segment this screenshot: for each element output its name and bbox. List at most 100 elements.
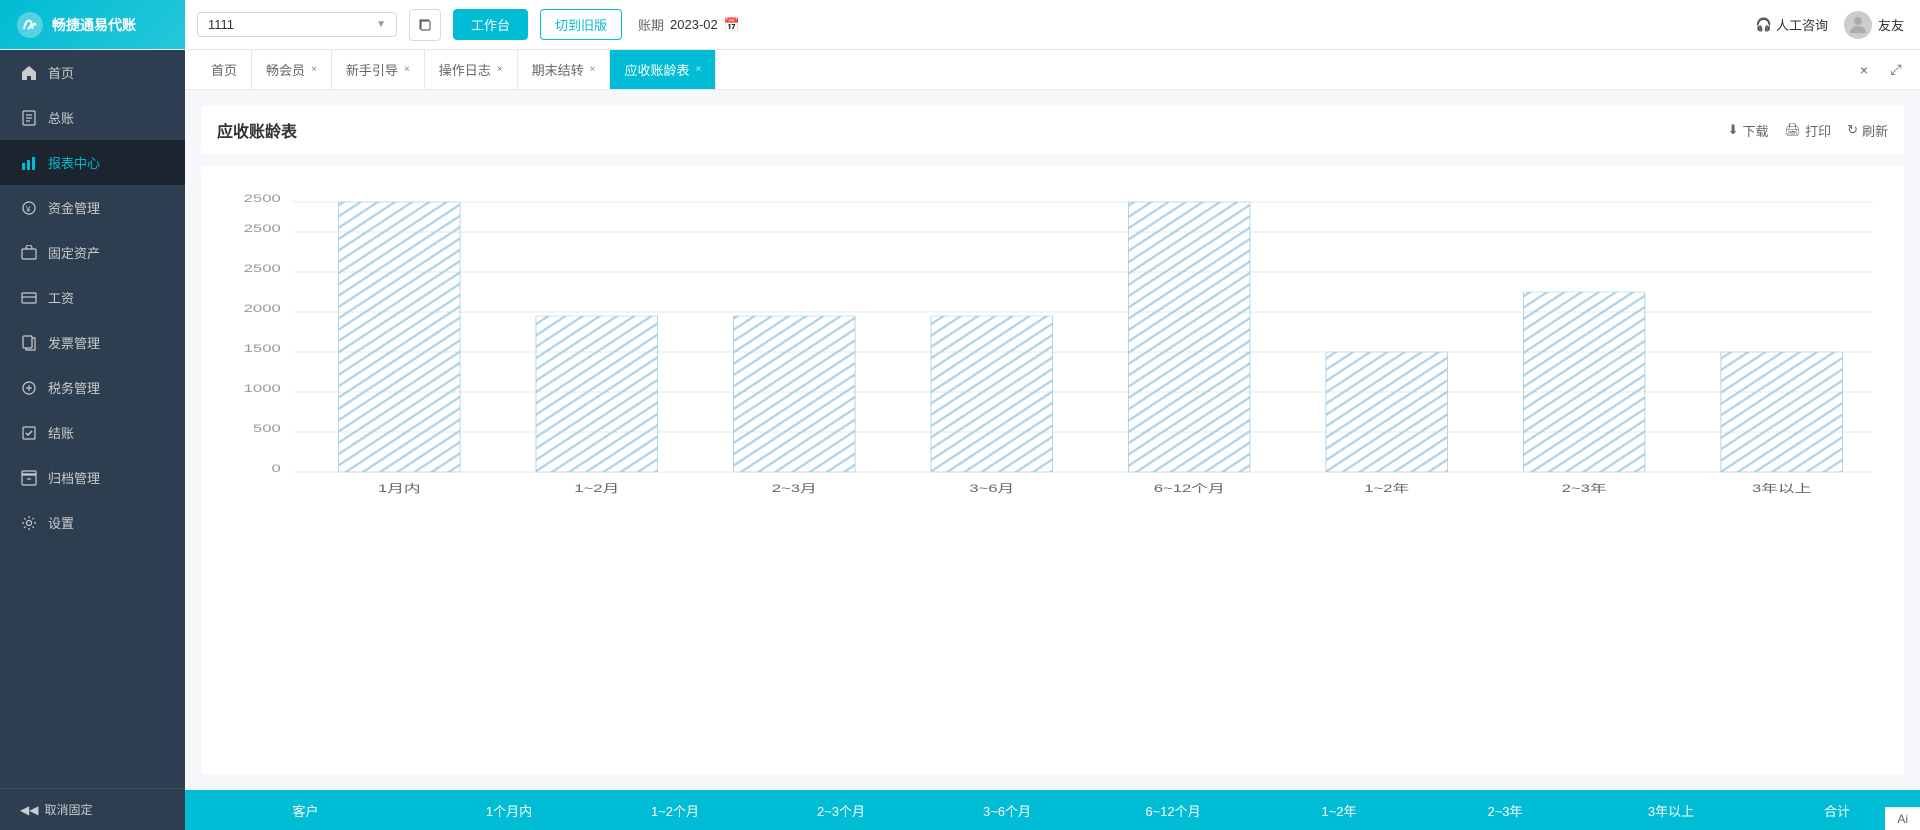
table-col-3-6m: 3~6个月 <box>924 801 1090 820</box>
collapse-label: 取消固定 <box>44 801 92 818</box>
tab-oplog-close[interactable]: × <box>497 64 503 75</box>
sidebar-item-tax-label: 税务管理 <box>48 378 100 397</box>
tab-agereport[interactable]: 应收账龄表 × <box>610 50 716 89</box>
table-col-1-2y: 1~2年 <box>1256 801 1422 820</box>
avatar <box>1844 11 1872 39</box>
period-label: 账期 <box>638 15 664 34</box>
ledger-icon <box>20 109 38 127</box>
sidebar-item-tax[interactable]: 税务管理 <box>0 365 185 410</box>
logo-text: 畅捷通易代账 <box>52 15 136 35</box>
sidebar-item-reports[interactable]: 报表中心 <box>0 140 185 185</box>
download-button[interactable]: ⬇ 下载 <box>1728 121 1769 140</box>
svg-text:2000: 2000 <box>244 302 281 314</box>
table-col-customer: 客户 <box>185 801 426 820</box>
svg-text:2~3年: 2~3年 <box>1562 482 1607 494</box>
svg-text:1000: 1000 <box>244 382 281 394</box>
consult-button[interactable]: 🎧 人工咨询 <box>1756 15 1828 34</box>
tax-icon <box>20 379 38 397</box>
sidebar-item-payroll-label: 工资 <box>48 288 74 307</box>
calendar-icon[interactable]: 📅 <box>724 17 740 33</box>
user-area[interactable]: 友友 <box>1844 11 1904 39</box>
page-header: 应收账龄表 ⬇ 下载 🖨 打印 ↻ 刷新 <box>201 106 1904 154</box>
refresh-button[interactable]: ↻ 刷新 <box>1847 121 1888 140</box>
copy-button[interactable] <box>409 9 441 41</box>
header-right: 🎧 人工咨询 友友 <box>1756 11 1904 39</box>
sidebar-item-assets-label: 固定资产 <box>48 243 100 262</box>
chart-wrapper: 0 500 1000 1500 2000 2500 2500 2500 <box>217 182 1888 542</box>
collapse-button[interactable]: ◀◀ 取消固定 <box>0 788 185 830</box>
table-col-1m: 1个月内 <box>426 801 592 820</box>
tab-member[interactable]: 畅会员 × <box>252 50 332 89</box>
svg-text:0: 0 <box>272 462 281 474</box>
sidebar-item-funds[interactable]: ¥ 资金管理 <box>0 185 185 230</box>
table-col-3yplus: 3年以上 <box>1588 801 1754 820</box>
copy-icon <box>417 17 433 33</box>
print-button[interactable]: 🖨 打印 <box>1785 121 1832 140</box>
period-value: 2023-02 <box>670 17 718 32</box>
tab-periodend-close[interactable]: × <box>590 64 596 75</box>
tab-home[interactable]: 首页 <box>197 50 252 89</box>
close-all-button[interactable]: × <box>1852 58 1876 82</box>
tab-member-label: 畅会员 <box>266 60 305 79</box>
svg-text:3年以上: 3年以上 <box>1752 482 1811 494</box>
tab-actions: × ⤢ <box>1852 58 1908 82</box>
tab-guide-close[interactable]: × <box>404 64 410 75</box>
svg-text:1500: 1500 <box>244 342 281 354</box>
tab-agereport-close[interactable]: × <box>695 64 701 75</box>
tab-guide[interactable]: 新手引导 × <box>332 50 425 89</box>
sidebar-bottom: ◀◀ 取消固定 <box>0 788 185 830</box>
sidebar-item-payroll[interactable]: 工资 <box>0 275 185 320</box>
company-selector[interactable]: 1111 ▼ <box>197 12 397 37</box>
sidebar-item-archive-label: 归档管理 <box>48 468 100 487</box>
svg-text:2500: 2500 <box>244 222 281 234</box>
sidebar-item-archive[interactable]: 归档管理 <box>0 455 185 500</box>
table-col-2-3m: 2~3个月 <box>758 801 924 820</box>
workbench-button[interactable]: 工作台 <box>453 9 528 40</box>
sidebar-item-home-label: 首页 <box>48 63 74 82</box>
sidebar-item-settings-label: 设置 <box>48 513 74 532</box>
main-container: 首页 总账 报表中心 ¥ 资金管理 固定资产 <box>0 50 1920 830</box>
svg-text:500: 500 <box>253 422 281 434</box>
svg-text:3~6月: 3~6月 <box>969 482 1014 494</box>
sidebar-item-ledger[interactable]: 总账 <box>0 95 185 140</box>
chevron-down-icon: ▼ <box>376 19 386 30</box>
ai-bar[interactable]: Ai <box>1885 807 1920 830</box>
sidebar-item-invoice[interactable]: 发票管理 <box>0 320 185 365</box>
print-icon: 🖨 <box>1785 122 1802 138</box>
sidebar-item-settings[interactable]: 设置 <box>0 500 185 545</box>
refresh-icon: ↻ <box>1847 122 1858 138</box>
reports-icon <box>20 154 38 172</box>
logo-area: 畅捷通易代账 <box>0 0 185 49</box>
svg-text:2500: 2500 <box>244 192 281 204</box>
sidebar-item-ledger-label: 总账 <box>48 108 74 127</box>
sidebar-item-home[interactable]: 首页 <box>0 50 185 95</box>
tab-periodend[interactable]: 期末结转 × <box>518 50 611 89</box>
payroll-icon <box>20 289 38 307</box>
table-col-1-2m: 1~2个月 <box>592 801 758 820</box>
chart-container: 0 500 1000 1500 2000 2500 2500 2500 <box>201 166 1904 774</box>
maximize-button[interactable]: ⤢ <box>1884 58 1908 82</box>
assets-icon <box>20 244 38 262</box>
tab-oplog-label: 操作日志 <box>439 60 491 79</box>
table-col-2-3y: 2~3年 <box>1422 801 1588 820</box>
sidebar-item-invoice-label: 发票管理 <box>48 333 100 352</box>
refresh-label: 刷新 <box>1862 121 1888 140</box>
consult-label: 人工咨询 <box>1776 15 1828 34</box>
switch-old-button[interactable]: 切到旧版 <box>540 9 622 40</box>
tab-bar: 首页 畅会员 × 新手引导 × 操作日志 × 期末结转 × 应收账龄表 × <box>185 50 1920 90</box>
settings-icon <box>20 514 38 532</box>
sidebar-item-assets[interactable]: 固定资产 <box>0 230 185 275</box>
company-name: 1111 <box>208 17 370 32</box>
checkout-icon <box>20 424 38 442</box>
tab-agereport-label: 应收账龄表 <box>624 60 689 79</box>
svg-text:1月内: 1月内 <box>378 482 421 494</box>
username: 友友 <box>1878 15 1904 34</box>
svg-text:1~2月: 1~2月 <box>574 482 619 494</box>
tab-home-label: 首页 <box>211 60 237 79</box>
content-area: 首页 畅会员 × 新手引导 × 操作日志 × 期末结转 × 应收账龄表 × <box>185 50 1920 830</box>
page-actions: ⬇ 下载 🖨 打印 ↻ 刷新 <box>1728 121 1888 140</box>
tab-member-close[interactable]: × <box>311 64 317 75</box>
sidebar-item-checkout[interactable]: 结账 <box>0 410 185 455</box>
archive-icon <box>20 469 38 487</box>
tab-oplog[interactable]: 操作日志 × <box>425 50 518 89</box>
